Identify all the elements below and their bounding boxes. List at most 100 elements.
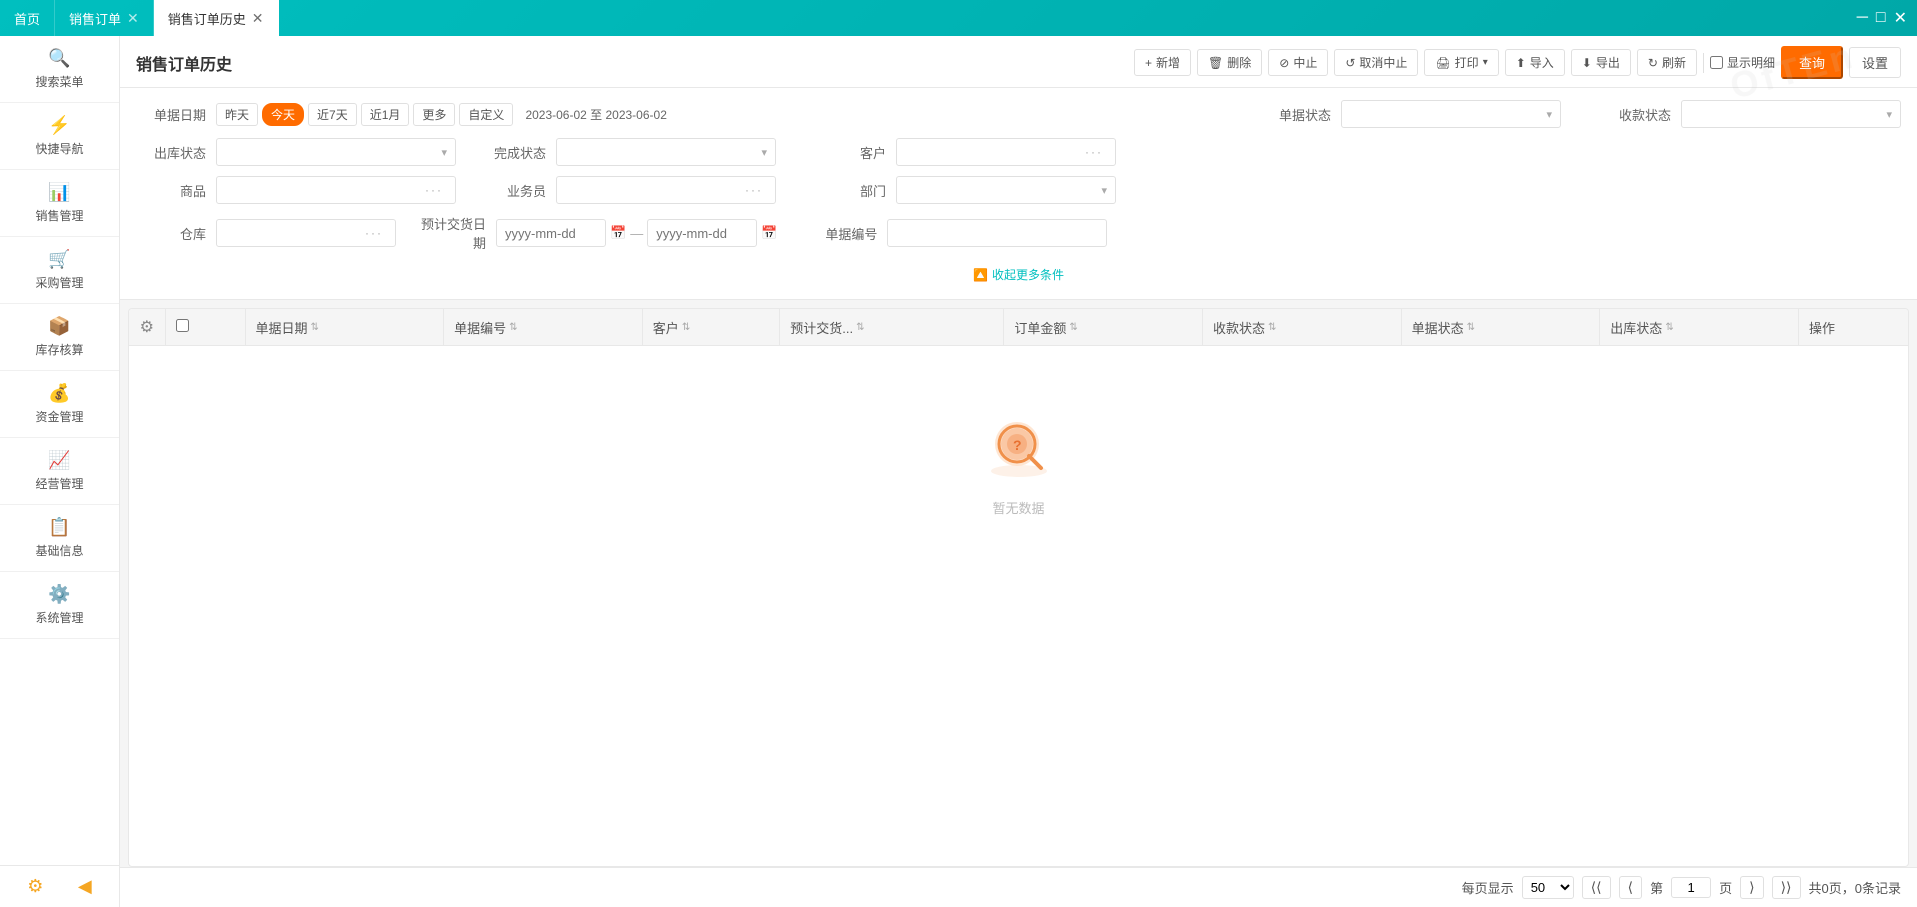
expected-date-range: 📅 — 📅	[496, 219, 777, 247]
query-button[interactable]: 查询	[1781, 46, 1843, 79]
sidebar-item-operations[interactable]: 📈 经营管理	[0, 438, 119, 505]
sidebar-bottom: ⚙ ◀	[0, 865, 119, 907]
date-btn-1month[interactable]: 近1月	[361, 103, 410, 126]
per-page-label: 每页显示	[1462, 878, 1514, 897]
sidebar-item-search-menu[interactable]: 🔍 搜索菜单	[0, 36, 119, 103]
sidebar-item-quick-nav[interactable]: ⚡ 快捷导航	[0, 103, 119, 170]
warehouse-select[interactable]: ···	[216, 219, 396, 247]
close-sales-order-tab[interactable]: ✕	[127, 10, 139, 27]
sidebar-settings-icon[interactable]: ⚙	[27, 876, 43, 897]
th-order-amount: 订单金额 ⇅	[1004, 309, 1203, 346]
payment-status-arrow-icon: ▾	[1886, 108, 1892, 121]
date-btn-7days[interactable]: 近7天	[308, 103, 357, 126]
calendar-from-icon[interactable]: 📅	[610, 225, 626, 241]
shipment-status-select[interactable]: ▾	[216, 138, 456, 166]
th-payment-status: 收款状态 ⇅	[1203, 309, 1402, 346]
operations-icon: 📈	[48, 450, 70, 471]
sort-amount-icon[interactable]: ⇅	[1069, 322, 1077, 333]
salesperson-select[interactable]: ···	[556, 176, 776, 204]
th-shipment-status: 出库状态 ⇅	[1600, 309, 1799, 346]
date-btn-yesterday[interactable]: 昨天	[216, 103, 258, 126]
payment-status-select[interactable]: ▾	[1681, 100, 1901, 128]
tab-sales-order[interactable]: 销售订单 ✕	[55, 0, 154, 36]
export-button[interactable]: ⬇ 导出	[1571, 49, 1631, 76]
sort-payment-icon[interactable]: ⇅	[1268, 322, 1276, 333]
th-amount-label: 订单金额	[1014, 318, 1066, 337]
expected-date-to[interactable]	[647, 219, 757, 247]
empty-state: ? 暂无数据	[129, 346, 1908, 577]
sort-number-icon[interactable]: ⇅	[509, 322, 517, 333]
sidebar-item-inventory[interactable]: 📦 库存核算	[0, 304, 119, 371]
date-btn-more[interactable]: 更多	[413, 103, 455, 126]
date-btn-custom[interactable]: 自定义	[459, 103, 513, 126]
calendar-to-icon[interactable]: 📅	[761, 225, 777, 241]
pagination-first-button[interactable]: ⟨⟨	[1582, 876, 1611, 899]
tab-home[interactable]: 首页	[0, 0, 55, 36]
filter-row-1: 单据日期 昨天 今天 近7天 近1月 更多 自定义 2023-06-02 至 2…	[136, 100, 1901, 128]
page-number-input[interactable]: 1	[1671, 877, 1711, 898]
settings-button[interactable]: 设置	[1849, 47, 1901, 78]
import-button[interactable]: ⬆ 导入	[1505, 49, 1565, 76]
customer-select[interactable]: ···	[896, 138, 1116, 166]
expected-date-from[interactable]	[496, 219, 606, 247]
cancel-stop-button[interactable]: ↺ 取消中止	[1334, 49, 1418, 76]
empty-state-cell: ? 暂无数据	[129, 346, 1908, 578]
print-button[interactable]: 🖨 打印 ▾	[1424, 49, 1498, 76]
order-number-input[interactable]	[887, 219, 1107, 247]
select-all-checkbox[interactable]	[176, 319, 189, 332]
order-status-arrow-icon: ▾	[1546, 108, 1552, 121]
tab-sales-order-label: 销售订单	[69, 9, 121, 28]
sidebar-item-system-mgmt[interactable]: ⚙️ 系统管理	[0, 572, 119, 639]
minimize-icon[interactable]: ─	[1857, 9, 1868, 27]
sidebar-item-purchase-mgmt[interactable]: 🛒 采购管理	[0, 237, 119, 304]
sidebar-collapse-icon[interactable]: ◀	[78, 876, 92, 897]
completion-status-label: 完成状态	[476, 143, 556, 162]
date-range-separator: —	[630, 226, 643, 241]
order-status-select[interactable]: ▾	[1341, 100, 1561, 128]
sidebar: 🔍 搜索菜单 ⚡ 快捷导航 📊 销售管理 🛒 采购管理 📦 库存核算 💰 资金管…	[0, 36, 120, 907]
th-checkbox-col	[165, 309, 245, 346]
sort-shipment-icon[interactable]: ⇅	[1665, 322, 1673, 333]
product-more-icon: ···	[421, 183, 447, 197]
product-select[interactable]: ···	[216, 176, 456, 204]
product-label: 商品	[136, 181, 216, 200]
show-detail-checkbox-label[interactable]: 显示明细	[1710, 54, 1775, 71]
sort-customer-icon[interactable]: ⇅	[682, 322, 690, 333]
show-detail-checkbox[interactable]	[1710, 56, 1723, 69]
th-date: 单据日期 ⇅	[245, 309, 444, 346]
th-date-label: 单据日期	[256, 318, 308, 337]
date-btn-today[interactable]: 今天	[262, 103, 304, 126]
sort-order-status-icon[interactable]: ⇅	[1467, 322, 1475, 333]
sidebar-item-basic-info[interactable]: 📋 基础信息	[0, 505, 119, 572]
sidebar-item-inventory-label: 库存核算	[35, 341, 83, 358]
close-window-icon[interactable]: ✕	[1894, 8, 1907, 28]
delete-button[interactable]: 🗑 删除	[1197, 49, 1262, 76]
pagination-next-button[interactable]: ⟩	[1740, 876, 1763, 899]
salesperson-more-icon: ···	[741, 183, 767, 197]
table-settings-icon[interactable]: ⚙	[140, 319, 154, 336]
sidebar-item-finance[interactable]: 💰 资金管理	[0, 371, 119, 438]
refresh-button[interactable]: ↻ 刷新	[1637, 49, 1697, 76]
import-icon: ⬆	[1516, 56, 1526, 70]
sort-delivery-icon[interactable]: ⇅	[856, 322, 864, 333]
completion-status-select[interactable]: ▾	[556, 138, 776, 166]
window-controls: ─ □ ✕	[1857, 0, 1917, 36]
sidebar-item-sales-mgmt[interactable]: 📊 销售管理	[0, 170, 119, 237]
th-payment-label: 收款状态	[1213, 318, 1265, 337]
close-sales-order-history-tab[interactable]: ✕	[252, 10, 264, 27]
per-page-select[interactable]: 50 10 20 100	[1522, 876, 1574, 899]
pagination-prev-button[interactable]: ⟨	[1619, 876, 1642, 899]
collapse-button[interactable]: 🔼 收起更多条件	[136, 262, 1901, 287]
pagination-last-button[interactable]: ⟩⟩	[1772, 876, 1801, 899]
sidebar-item-system-label: 系统管理	[35, 609, 83, 626]
th-order-status: 单据状态 ⇅	[1401, 309, 1600, 346]
inventory-icon: 📦	[48, 316, 70, 337]
department-select[interactable]: ▾	[896, 176, 1116, 204]
tab-sales-order-history[interactable]: 销售订单历史 ✕	[154, 0, 279, 36]
finance-icon: 💰	[48, 383, 70, 404]
filter-row-3: 商品 ··· 业务员 ··· 部门 ▾	[136, 176, 1901, 204]
stop-button[interactable]: ⊘ 中止	[1268, 49, 1328, 76]
sort-date-icon[interactable]: ⇅	[311, 322, 319, 333]
new-button[interactable]: + 新增	[1134, 49, 1191, 76]
maximize-icon[interactable]: □	[1876, 9, 1886, 27]
